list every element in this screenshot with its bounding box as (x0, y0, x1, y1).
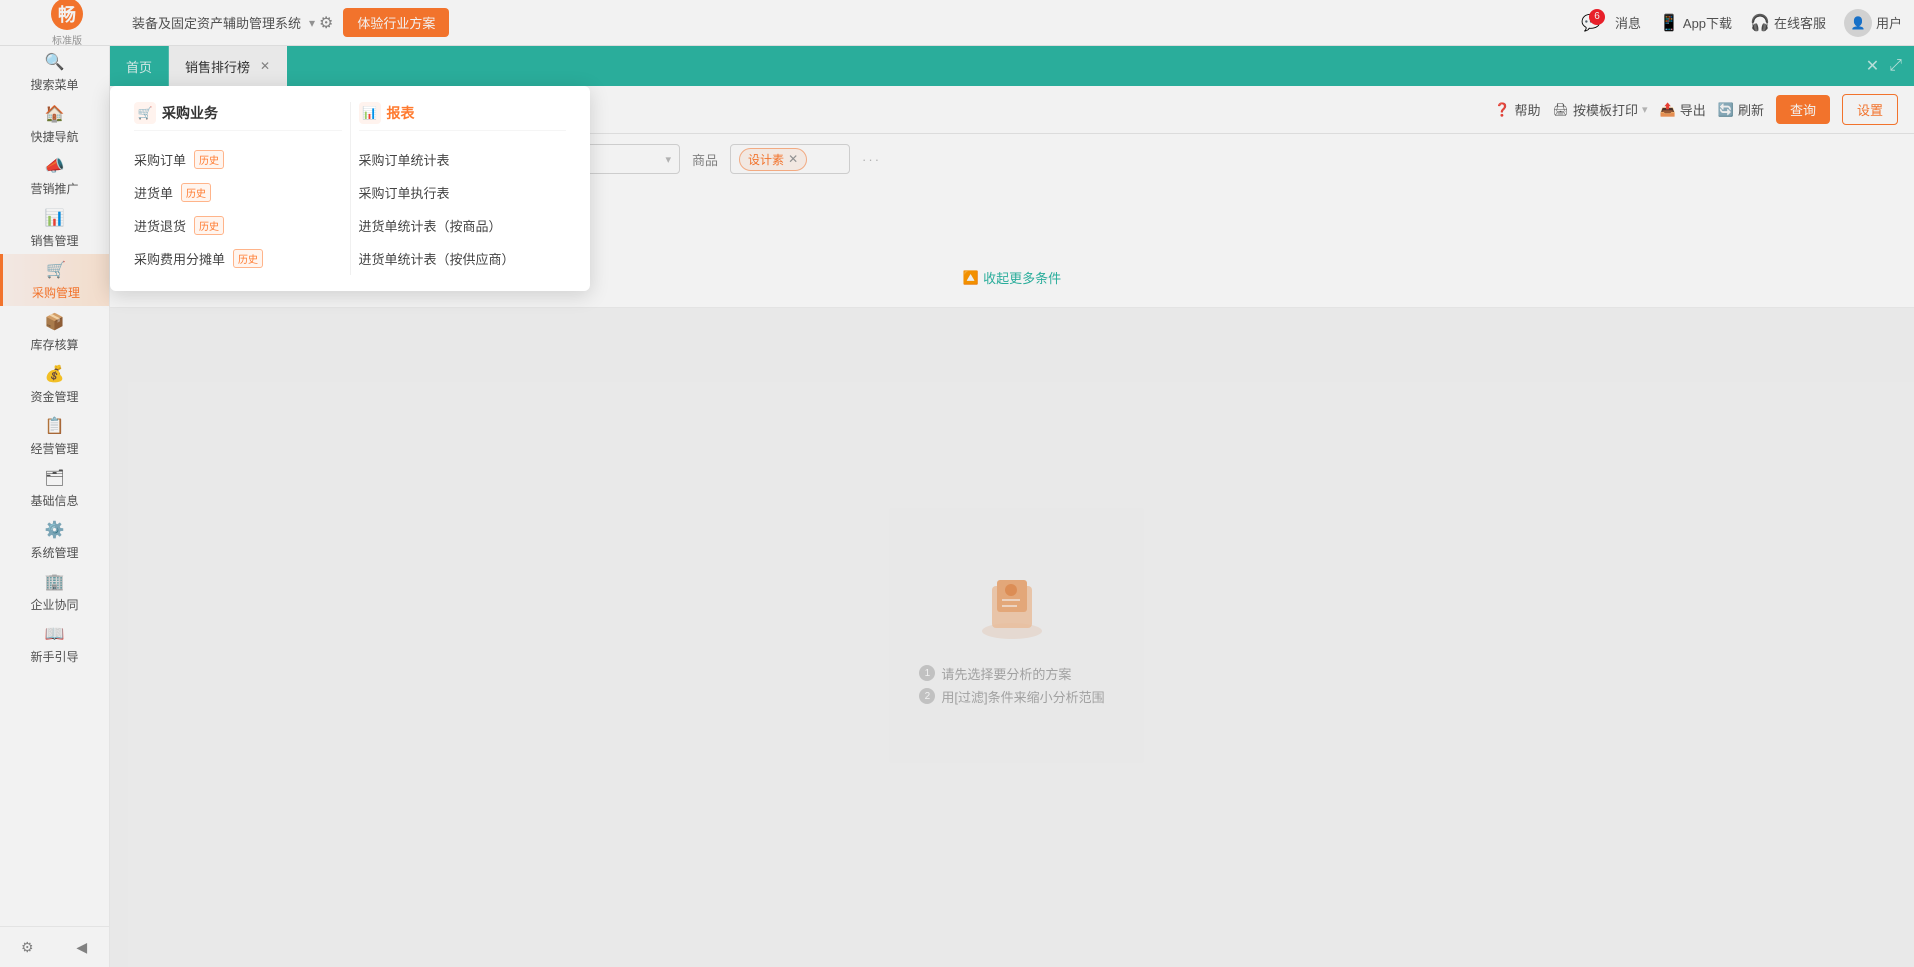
purchase-order-label: 采购订单 (134, 150, 186, 169)
purchase-col: 🛒 采购业务 采购订单 历史 进货单 历史 进货退货 历史 采购费用分摊单 历史 (126, 102, 350, 275)
goods-stats-product-label: 进货单统计表（按商品） (359, 216, 502, 235)
purchase-order-history-badge: 历史 (194, 150, 224, 169)
order-stats-label: 采购订单统计表 (359, 150, 450, 169)
goods-stats-supplier-label: 进货单统计表（按供应商） (359, 249, 515, 268)
dropdown-item-goods-stats-supplier[interactable]: 进货单统计表（按供应商） (359, 242, 567, 275)
goods-return-label: 进货退货 (134, 216, 186, 235)
report-col-title: 📊 报表 (359, 102, 567, 131)
dropdown-item-goods-receipt[interactable]: 进货单 历史 (134, 176, 342, 209)
purchase-col-title: 🛒 采购业务 (134, 102, 342, 131)
dropdown-item-order-exec[interactable]: 采购订单执行表 (359, 176, 567, 209)
report-col-title-text: 报表 (387, 103, 415, 123)
purchase-col-title-text: 采购业务 (162, 103, 218, 123)
dropdown-item-goods-stats-product[interactable]: 进货单统计表（按商品） (359, 209, 567, 242)
goods-receipt-history-badge: 历史 (181, 183, 211, 202)
goods-receipt-label: 进货单 (134, 183, 173, 202)
dropdown-item-purchase-order[interactable]: 采购订单 历史 (134, 143, 342, 176)
order-exec-label: 采购订单执行表 (359, 183, 450, 202)
purchase-expense-label: 采购费用分摊单 (134, 249, 225, 268)
dropdown-item-order-stats[interactable]: 采购订单统计表 (359, 143, 567, 176)
purchase-col-icon: 🛒 (134, 102, 156, 124)
purchase-dropdown: 🛒 采购业务 采购订单 历史 进货单 历史 进货退货 历史 采购费用分摊单 历史… (110, 86, 590, 291)
goods-return-history-badge: 历史 (194, 216, 224, 235)
purchase-expense-history-badge: 历史 (233, 249, 263, 268)
dropdown-item-purchase-expense[interactable]: 采购费用分摊单 历史 (134, 242, 342, 275)
report-col: 📊 报表 采购订单统计表 采购订单执行表 进货单统计表（按商品） 进货单统计表（… (350, 102, 575, 275)
report-col-icon: 📊 (359, 102, 381, 124)
dropdown-item-goods-return[interactable]: 进货退货 历史 (134, 209, 342, 242)
